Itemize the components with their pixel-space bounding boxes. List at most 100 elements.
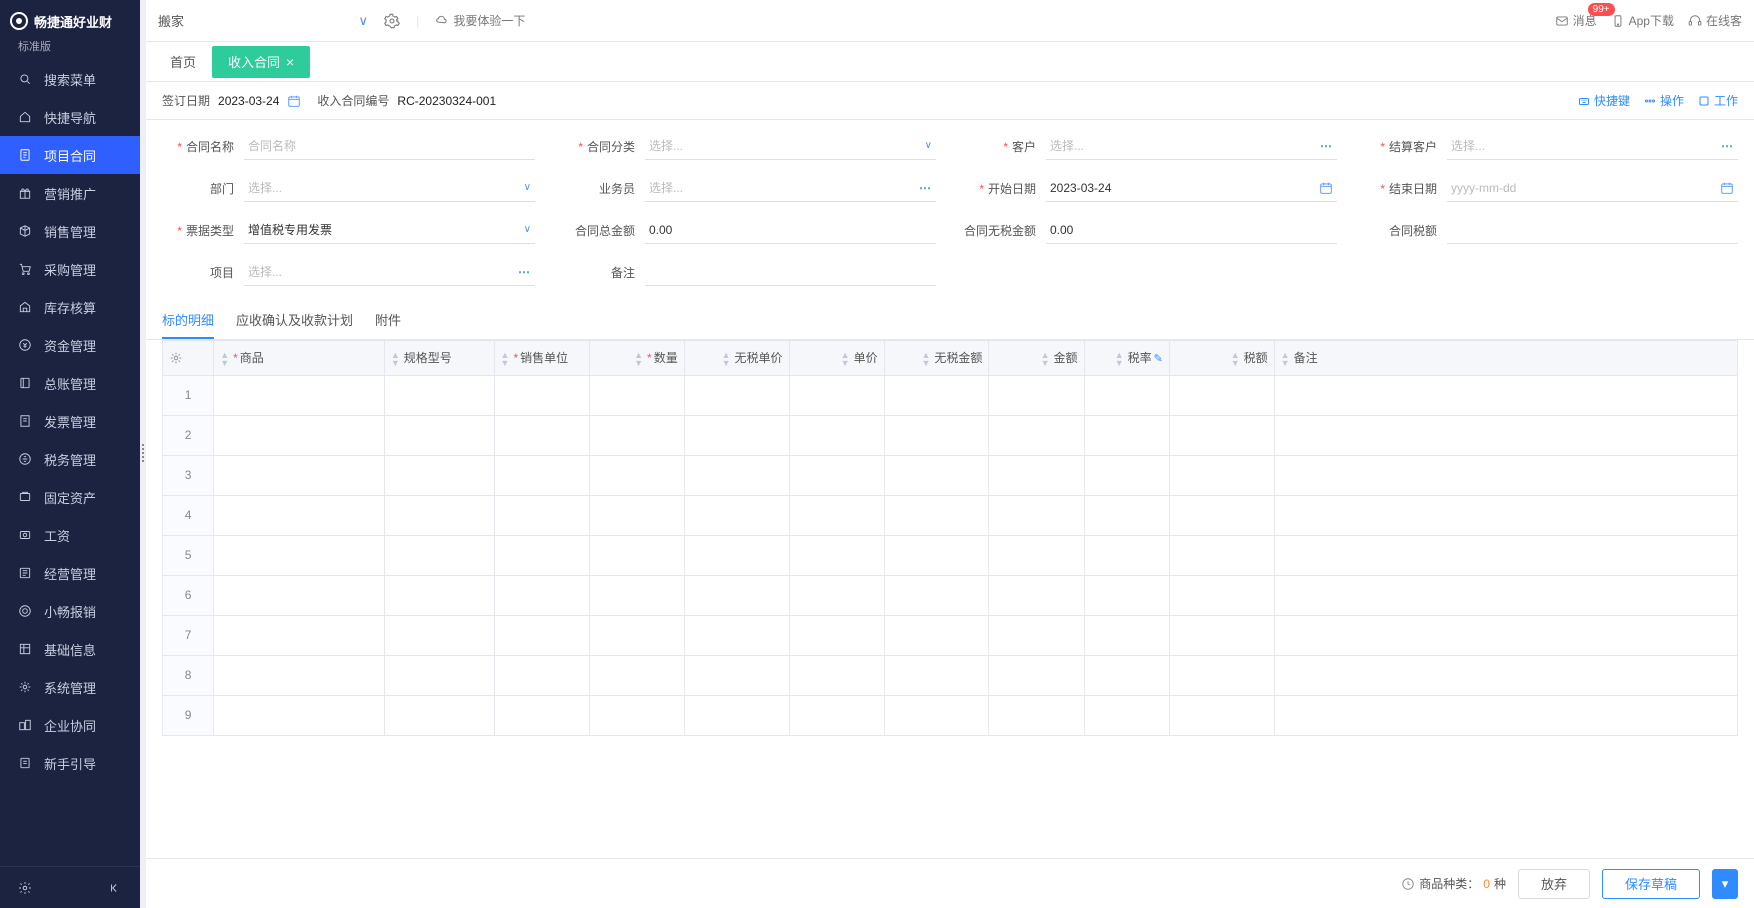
cell-spec[interactable]	[384, 655, 494, 695]
cell-tax_rate[interactable]	[1084, 575, 1169, 615]
tax_amount-input[interactable]	[1447, 216, 1738, 244]
sort-icon[interactable]: ▲▼	[1231, 351, 1240, 367]
cell-spec[interactable]	[384, 615, 494, 655]
sidebar-item-stock[interactable]: 库存核算	[0, 288, 140, 326]
shortcut-link[interactable]: 快捷键	[1578, 92, 1630, 109]
cell-unit[interactable]	[494, 495, 589, 535]
sidebar-item-home[interactable]: 快捷导航	[0, 98, 140, 136]
collapse-icon[interactable]	[108, 881, 122, 895]
cell-amount[interactable]	[989, 575, 1084, 615]
cell-amount[interactable]	[989, 535, 1084, 575]
table-row[interactable]: 4	[163, 495, 1738, 535]
lookup-icon[interactable]: ⋯	[1721, 139, 1734, 153]
calendar-icon[interactable]	[287, 94, 301, 108]
invoice_type-input[interactable]: 增值税专用发票∨	[244, 216, 535, 244]
cell-unit[interactable]	[494, 655, 589, 695]
cell-remark[interactable]	[1274, 495, 1737, 535]
sidebar-item-biz[interactable]: 经营管理	[0, 554, 140, 592]
cell-price[interactable]	[789, 415, 884, 455]
cell-amount[interactable]	[989, 655, 1084, 695]
cell-amount[interactable]	[989, 695, 1084, 735]
cell-notax_amount[interactable]	[884, 655, 989, 695]
operate-link[interactable]: 操作	[1644, 92, 1684, 109]
lookup-icon[interactable]: ⋯	[1320, 139, 1333, 153]
cell-amount[interactable]	[989, 495, 1084, 535]
salesman-input[interactable]: 选择...⋯	[645, 174, 936, 202]
cell-product[interactable]	[214, 455, 385, 495]
cell-spec[interactable]	[384, 455, 494, 495]
cell-tax_rate[interactable]	[1084, 415, 1169, 455]
sort-icon[interactable]: ▲▼	[922, 351, 931, 367]
table-row[interactable]: 2	[163, 415, 1738, 455]
cell-spec[interactable]	[384, 415, 494, 455]
sidebar-item-money[interactable]: 资金管理	[0, 326, 140, 364]
sign-date-value[interactable]: 2023-03-24	[218, 94, 279, 108]
cell-notax_price[interactable]	[684, 375, 789, 415]
tab-首页[interactable]: 首页	[154, 46, 212, 78]
cell-qty[interactable]	[589, 655, 684, 695]
sort-icon[interactable]: ▲▼	[220, 351, 229, 367]
cell-spec[interactable]	[384, 575, 494, 615]
cell-price[interactable]	[789, 455, 884, 495]
col-unit[interactable]: ▲▼*销售单位	[494, 341, 589, 376]
cell-qty[interactable]	[589, 615, 684, 655]
calendar-icon[interactable]	[1720, 181, 1734, 195]
cell-tax[interactable]	[1169, 695, 1274, 735]
online-service-link[interactable]: 在线客	[1688, 12, 1742, 29]
cell-notax_price[interactable]	[684, 415, 789, 455]
cell-notax_price[interactable]	[684, 575, 789, 615]
sort-icon[interactable]: ▲▼	[634, 351, 643, 367]
cell-spec[interactable]	[384, 495, 494, 535]
col-tax[interactable]: ▲▼税额	[1169, 341, 1274, 376]
sidebar-item-guide[interactable]: 新手引导	[0, 744, 140, 782]
cell-price[interactable]	[789, 495, 884, 535]
col-notax_amount[interactable]: ▲▼无税金额	[884, 341, 989, 376]
cell-unit[interactable]	[494, 455, 589, 495]
calendar-icon[interactable]	[1319, 181, 1333, 195]
col-qty[interactable]: ▲▼*数量	[589, 341, 684, 376]
col-price[interactable]: ▲▼单价	[789, 341, 884, 376]
col-spec[interactable]: ▲▼规格型号	[384, 341, 494, 376]
cell-qty[interactable]	[589, 415, 684, 455]
close-icon[interactable]: ×	[286, 54, 294, 70]
contract_name-input[interactable]: 合同名称	[244, 132, 535, 160]
sort-icon[interactable]: ▲▼	[1115, 351, 1124, 367]
table-row[interactable]: 3	[163, 455, 1738, 495]
cell-qty[interactable]	[589, 695, 684, 735]
cell-notax_price[interactable]	[684, 615, 789, 655]
cell-qty[interactable]	[589, 375, 684, 415]
messages-link[interactable]: 消息	[1555, 12, 1597, 29]
cell-unit[interactable]	[494, 615, 589, 655]
cell-notax_amount[interactable]	[884, 535, 989, 575]
cell-qty[interactable]	[589, 575, 684, 615]
cell-qty[interactable]	[589, 495, 684, 535]
cell-qty[interactable]	[589, 455, 684, 495]
sort-icon[interactable]: ▲▼	[841, 351, 850, 367]
cell-amount[interactable]	[989, 415, 1084, 455]
sidebar-item-base[interactable]: 基础信息	[0, 630, 140, 668]
cell-amount[interactable]	[989, 615, 1084, 655]
detail-tab-标的明细[interactable]: 标的明细	[162, 310, 214, 339]
gear-icon[interactable]	[169, 351, 183, 365]
cell-unit[interactable]	[494, 415, 589, 455]
cell-notax_amount[interactable]	[884, 495, 989, 535]
sidebar-item-ent[interactable]: 企业协同	[0, 706, 140, 744]
cell-tax[interactable]	[1169, 615, 1274, 655]
sidebar-item-xc[interactable]: 小畅报销	[0, 592, 140, 630]
sort-icon[interactable]: ▲▼	[501, 351, 510, 367]
sidebar-item-ledger[interactable]: 总账管理	[0, 364, 140, 402]
cell-remark[interactable]	[1274, 575, 1737, 615]
table-row[interactable]: 5	[163, 535, 1738, 575]
cell-notax_price[interactable]	[684, 695, 789, 735]
cell-notax_amount[interactable]	[884, 415, 989, 455]
sidebar-item-doc[interactable]: 项目合同	[0, 136, 140, 174]
cell-product[interactable]	[214, 695, 385, 735]
col-product[interactable]: ▲▼*商品	[214, 341, 385, 376]
cell-unit[interactable]	[494, 535, 589, 575]
cell-notax_price[interactable]	[684, 655, 789, 695]
save-draft-button[interactable]: 保存草稿	[1602, 869, 1700, 899]
cell-unit[interactable]	[494, 375, 589, 415]
cell-product[interactable]	[214, 375, 385, 415]
sidebar-item-gift[interactable]: 营销推广	[0, 174, 140, 212]
discard-button[interactable]: 放弃	[1518, 869, 1590, 899]
